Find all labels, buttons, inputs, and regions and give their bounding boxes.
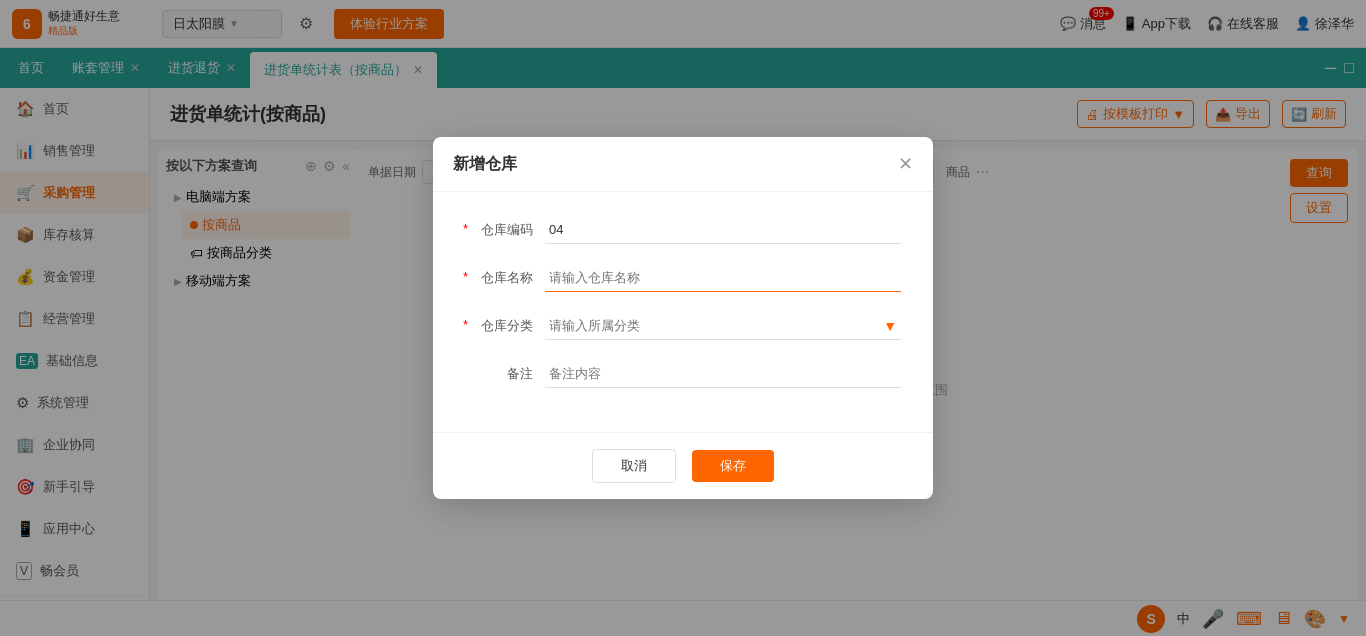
save-button[interactable]: 保存 (692, 450, 774, 482)
cancel-button[interactable]: 取消 (592, 449, 676, 483)
form-row-name: 仓库名称 (465, 264, 901, 292)
warehouse-remark-input[interactable] (545, 360, 901, 388)
warehouse-code-label: 仓库编码 (465, 221, 545, 239)
modal-footer: 取消 保存 (433, 432, 933, 499)
modal-title: 新增仓库 (453, 154, 517, 175)
warehouse-name-label: 仓库名称 (465, 269, 545, 287)
warehouse-remark-label: 备注 (465, 365, 545, 383)
form-row-code: 仓库编码 (465, 216, 901, 244)
warehouse-category-wrapper: ▼ (545, 312, 901, 340)
modal-close-icon[interactable]: ✕ (898, 153, 913, 175)
form-row-category: 仓库分类 ▼ (465, 312, 901, 340)
modal-overlay: 新增仓库 ✕ 仓库编码 仓库名称 仓库分类 ▼ (0, 0, 1366, 636)
warehouse-category-label: 仓库分类 (465, 317, 545, 335)
warehouse-modal: 新增仓库 ✕ 仓库编码 仓库名称 仓库分类 ▼ (433, 137, 933, 499)
modal-body: 仓库编码 仓库名称 仓库分类 ▼ 备注 (433, 192, 933, 432)
modal-header: 新增仓库 ✕ (433, 137, 933, 192)
form-row-remark: 备注 (465, 360, 901, 388)
warehouse-category-input[interactable] (545, 312, 901, 340)
warehouse-name-input[interactable] (545, 264, 901, 292)
category-dropdown-icon[interactable]: ▼ (883, 318, 897, 334)
warehouse-code-input[interactable] (545, 216, 901, 244)
